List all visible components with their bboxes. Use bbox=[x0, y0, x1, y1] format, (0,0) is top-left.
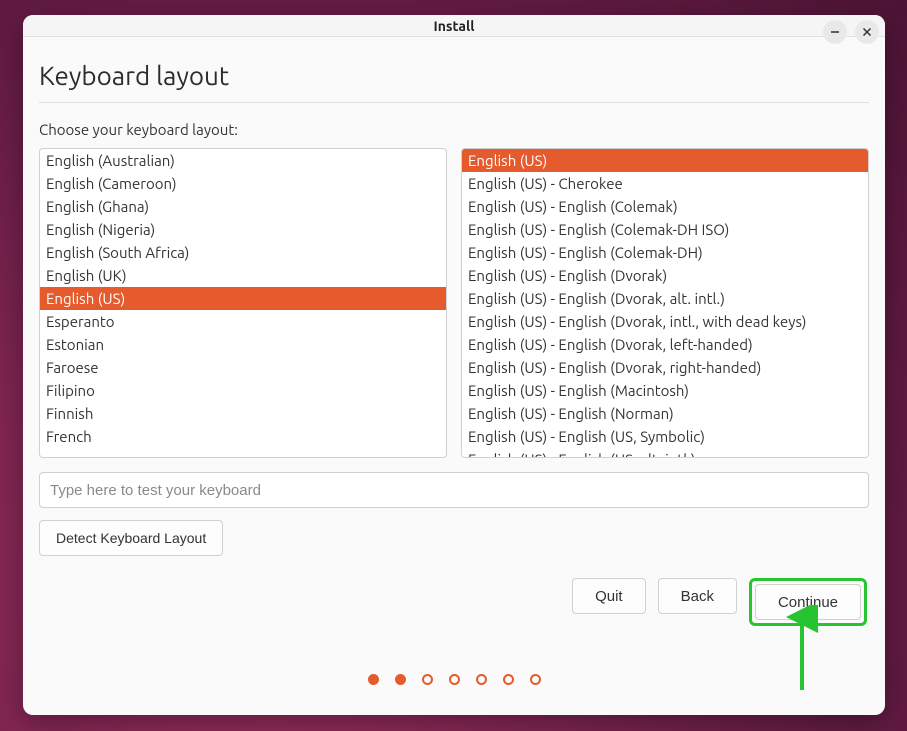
list-item[interactable]: English (US) - English (Dvorak) bbox=[462, 264, 868, 287]
progress-dot bbox=[368, 674, 379, 685]
list-item[interactable]: English (US) - English (Colemak-DH ISO) bbox=[462, 218, 868, 241]
quit-button[interactable]: Quit bbox=[572, 578, 646, 614]
titlebar: Install bbox=[23, 15, 885, 37]
prompt-label: Choose your keyboard layout: bbox=[39, 121, 869, 138]
close-button[interactable] bbox=[855, 20, 879, 44]
continue-callout: Continue bbox=[749, 578, 867, 626]
page-title: Keyboard layout bbox=[39, 61, 869, 90]
list-item[interactable]: English (US) bbox=[40, 287, 446, 310]
window-controls bbox=[823, 20, 879, 44]
list-item[interactable]: English (UK) bbox=[40, 264, 446, 287]
keyboard-test-input[interactable] bbox=[39, 472, 869, 508]
progress-dot bbox=[476, 674, 487, 685]
continue-button[interactable]: Continue bbox=[755, 584, 861, 620]
desktop-background: Install Keyboard layout Choose your keyb… bbox=[0, 0, 907, 731]
list-item[interactable]: English (Australian) bbox=[40, 149, 446, 172]
close-icon bbox=[862, 27, 872, 37]
list-item[interactable]: English (US) - English (Colemak-DH) bbox=[462, 241, 868, 264]
list-item[interactable]: English (Cameroon) bbox=[40, 172, 446, 195]
list-item[interactable]: English (US) - English (Dvorak, left-han… bbox=[462, 333, 868, 356]
progress-dot bbox=[503, 674, 514, 685]
list-item[interactable]: Esperanto bbox=[40, 310, 446, 333]
list-item[interactable]: English (US) bbox=[462, 149, 868, 172]
progress-dot bbox=[422, 674, 433, 685]
divider bbox=[39, 102, 869, 103]
list-item[interactable]: French bbox=[40, 425, 446, 448]
detect-layout-button[interactable]: Detect Keyboard Layout bbox=[39, 520, 223, 556]
list-item[interactable]: English (US) - English (US, Symbolic) bbox=[462, 425, 868, 448]
list-item[interactable]: Finnish bbox=[40, 402, 446, 425]
content-area: Keyboard layout Choose your keyboard lay… bbox=[23, 37, 885, 715]
list-item[interactable]: English (US) - English (Dvorak, right-ha… bbox=[462, 356, 868, 379]
progress-dot bbox=[395, 674, 406, 685]
list-item[interactable]: English (US) - English (Dvorak, intl., w… bbox=[462, 310, 868, 333]
list-item[interactable]: English (US) - English (Dvorak, alt. int… bbox=[462, 287, 868, 310]
list-item[interactable]: English (Ghana) bbox=[40, 195, 446, 218]
list-item[interactable]: English (Nigeria) bbox=[40, 218, 446, 241]
progress-dot bbox=[530, 674, 541, 685]
layout-listbox[interactable]: English (Australian)English (Cameroon)En… bbox=[39, 148, 447, 458]
list-item[interactable]: English (US) - Cherokee bbox=[462, 172, 868, 195]
back-button[interactable]: Back bbox=[658, 578, 737, 614]
list-item[interactable]: English (US) - English (Norman) bbox=[462, 402, 868, 425]
nav-buttons: Quit Back Continue bbox=[39, 578, 869, 626]
minimize-icon bbox=[830, 27, 840, 37]
progress-dot bbox=[449, 674, 460, 685]
list-item[interactable]: Filipino bbox=[40, 379, 446, 402]
list-item[interactable]: English (US) - English (US, alt. intl.) bbox=[462, 448, 868, 458]
list-item[interactable]: English (US) - English (Colemak) bbox=[462, 195, 868, 218]
installer-window: Install Keyboard layout Choose your keyb… bbox=[23, 15, 885, 715]
list-item[interactable]: Estonian bbox=[40, 333, 446, 356]
list-item[interactable]: Faroese bbox=[40, 356, 446, 379]
list-item[interactable]: English (US) - English (Macintosh) bbox=[462, 379, 868, 402]
variant-listbox[interactable]: English (US)English (US) - CherokeeEngli… bbox=[461, 148, 869, 458]
list-item[interactable]: English (South Africa) bbox=[40, 241, 446, 264]
minimize-button[interactable] bbox=[823, 20, 847, 44]
window-title: Install bbox=[434, 18, 475, 34]
progress-dots bbox=[39, 674, 869, 705]
layout-lists: English (Australian)English (Cameroon)En… bbox=[39, 148, 869, 458]
